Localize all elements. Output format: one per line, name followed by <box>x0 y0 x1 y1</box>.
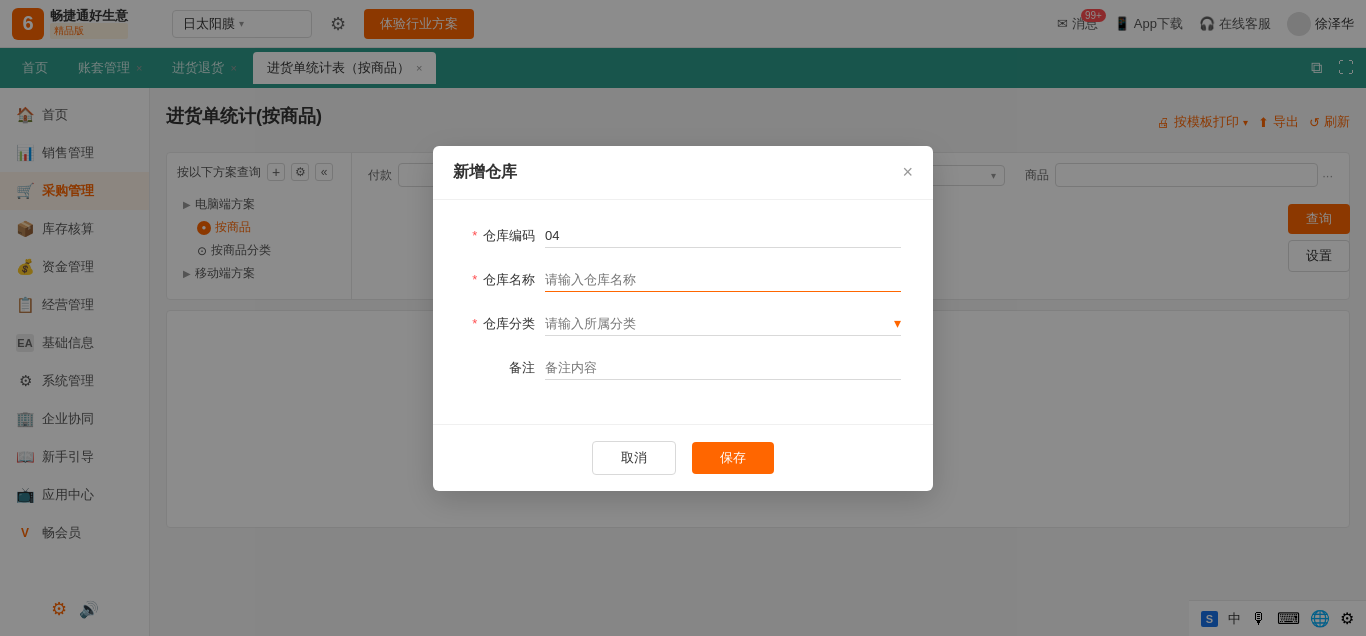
modal-body: * 仓库编码 * 仓库名称 * 仓库分类 <box>433 200 933 424</box>
category-arrow-icon: ▾ <box>894 315 901 331</box>
remark-input[interactable] <box>545 356 901 380</box>
required-star-category: * <box>472 316 477 331</box>
modal-close-button[interactable]: × <box>902 163 913 181</box>
form-row-category: * 仓库分类 ▾ <box>465 312 901 336</box>
category-input[interactable] <box>545 312 894 335</box>
code-input[interactable] <box>545 224 901 248</box>
modal-new-warehouse: 新增仓库 × * 仓库编码 * 仓库名称 <box>433 146 933 491</box>
remark-label: 备注 <box>465 359 545 377</box>
form-row-remark: 备注 <box>465 356 901 380</box>
save-button[interactable]: 保存 <box>692 442 774 474</box>
code-label: * 仓库编码 <box>465 227 545 245</box>
category-label: * 仓库分类 <box>465 315 545 333</box>
category-select[interactable]: ▾ <box>545 312 901 336</box>
modal-footer: 取消 保存 <box>433 424 933 491</box>
name-label: * 仓库名称 <box>465 271 545 289</box>
required-star-name: * <box>472 272 477 287</box>
modal-header: 新增仓库 × <box>433 146 933 200</box>
modal-title: 新增仓库 <box>453 162 517 183</box>
modal-overlay: 新增仓库 × * 仓库编码 * 仓库名称 <box>0 0 1366 636</box>
name-input[interactable] <box>545 268 901 292</box>
cancel-button[interactable]: 取消 <box>592 441 676 475</box>
form-row-name: * 仓库名称 <box>465 268 901 292</box>
required-star-code: * <box>472 228 477 243</box>
form-row-code: * 仓库编码 <box>465 224 901 248</box>
